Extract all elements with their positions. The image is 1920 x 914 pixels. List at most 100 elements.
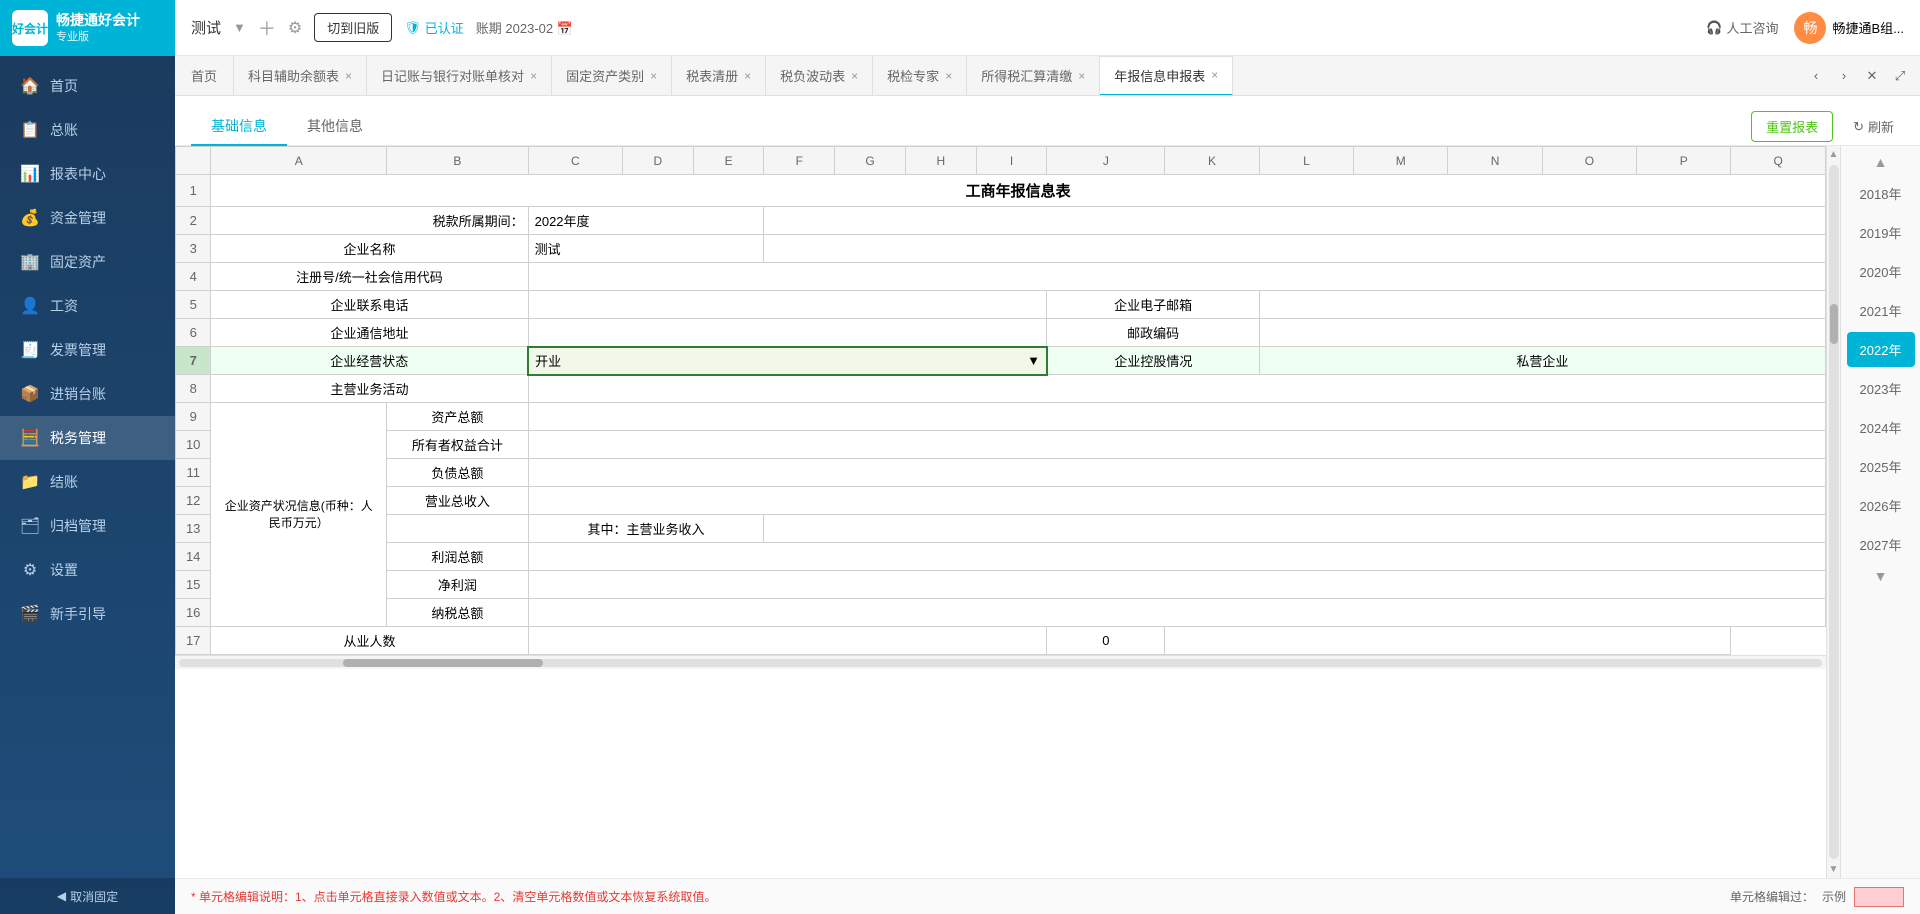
tab-close-all-btn[interactable]: ✕ [1860, 64, 1884, 88]
cell-5-email-value[interactable] [1259, 291, 1825, 319]
col-header-b[interactable]: B [387, 147, 529, 175]
dropdown-arrow-icon[interactable]: ▼ [233, 20, 246, 35]
cell-15-value[interactable] [528, 571, 1825, 599]
tab-tax-fluctuation[interactable]: 税负波动表 × [766, 56, 873, 96]
col-header-a[interactable]: A [211, 147, 387, 175]
cell-3-value[interactable]: 测试 [528, 235, 764, 263]
tab-bank-reconcile[interactable]: 日记账与银行对账单核对 × [367, 56, 552, 96]
tab-income-tax[interactable]: 所得税汇算清缴 × [967, 56, 1100, 96]
cell-9-a[interactable]: 企业资产状况信息(币种：人民币万元） [211, 403, 387, 627]
sidebar-item-home[interactable]: 🏠 首页 [0, 64, 175, 108]
vertical-scrollbar[interactable]: ▲ ▼ [1826, 146, 1840, 878]
cell-7-holding-value[interactable]: 私营企业 [1259, 347, 1825, 375]
tab-tax-table[interactable]: 税表清册 × [672, 56, 766, 96]
tab-close-icon[interactable]: × [851, 69, 858, 83]
year-panel-up-btn[interactable]: ▲ [1870, 150, 1892, 174]
cell-1-title[interactable]: 工商年报信息表 [211, 175, 1826, 207]
cell-2-empty[interactable] [764, 207, 1826, 235]
tab-close-icon[interactable]: × [945, 69, 952, 83]
sidebar-item-payroll[interactable]: 👤 工资 [0, 284, 175, 328]
cell-12-b[interactable]: 营业总收入 [387, 487, 529, 515]
cell-17-value[interactable]: 0 [1047, 627, 1165, 655]
sidebar-item-settings[interactable]: ⚙ 设置 [0, 548, 175, 592]
year-item-2018[interactable]: 2018年 [1847, 176, 1915, 211]
sidebar-item-tax[interactable]: 🧮 税务管理 [0, 416, 175, 460]
sidebar-item-inventory[interactable]: 📦 进销台账 [0, 372, 175, 416]
col-header-h[interactable]: H [905, 147, 976, 175]
cell-6-label[interactable]: 企业通信地址 [211, 319, 528, 347]
tab-next-btn[interactable]: › [1832, 64, 1856, 88]
cell-12-value[interactable] [528, 487, 1825, 515]
cell-16-b[interactable]: 纳税总额 [387, 599, 529, 627]
sidebar-item-finance[interactable]: 💰 资金管理 [0, 196, 175, 240]
sidebar-item-guide[interactable]: 🎬 新手引导 [0, 592, 175, 636]
settings-gear-icon[interactable]: ⚙ [288, 18, 302, 38]
cell-17-label[interactable]: 从业人数 [211, 627, 528, 655]
sidebar-item-assets[interactable]: 🏢 固定资产 [0, 240, 175, 284]
cell-9-b[interactable]: 资产总额 [387, 403, 529, 431]
refresh-button[interactable]: ↻ 刷新 [1843, 112, 1904, 141]
col-header-g[interactable]: G [835, 147, 906, 175]
user-menu[interactable]: 畅 畅捷通B组... [1794, 12, 1904, 44]
col-header-d[interactable]: D [622, 147, 693, 175]
cell-7-status-dropdown[interactable]: 开业 ▼ [528, 347, 1047, 375]
col-header-n[interactable]: N [1448, 147, 1542, 175]
tab-close-icon[interactable]: × [1211, 68, 1218, 82]
cell-8-value[interactable] [528, 375, 1825, 403]
tab-basic-info[interactable]: 基础信息 [191, 108, 287, 146]
cell-13-sub-label[interactable]: 其中：主营业务收入 [528, 515, 764, 543]
sidebar-collapse-btn[interactable]: ◀ 取消固定 [0, 878, 175, 914]
tab-home[interactable]: 首页 [175, 56, 234, 96]
col-header-f[interactable]: F [764, 147, 835, 175]
cell-10-b[interactable]: 所有者权益合计 [387, 431, 529, 459]
hscroll-track[interactable] [179, 659, 1822, 667]
spreadsheet-main[interactable]: A B C D E F G H I J K L M N O [175, 146, 1826, 878]
col-header-j[interactable]: J [1047, 147, 1165, 175]
cell-16-value[interactable] [528, 599, 1825, 627]
cell-14-b[interactable]: 利润总额 [387, 543, 529, 571]
cell-2-value[interactable]: 2022年度 [528, 207, 764, 235]
cell-13-b[interactable] [387, 515, 529, 543]
cell-6-value[interactable] [528, 319, 1047, 347]
year-item-2021[interactable]: 2021年 [1847, 293, 1915, 328]
hscroll-thumb[interactable] [343, 659, 543, 667]
year-item-2019[interactable]: 2019年 [1847, 215, 1915, 250]
col-header-k[interactable]: K [1165, 147, 1259, 175]
tab-close-icon[interactable]: × [744, 69, 751, 83]
tab-close-icon[interactable]: × [1078, 69, 1085, 83]
scroll-track[interactable] [1829, 165, 1839, 859]
cell-2-label[interactable]: 税款所属期间： [211, 207, 528, 235]
tab-tax-inspection[interactable]: 税检专家 × [873, 56, 967, 96]
add-icon[interactable]: ＋ [258, 15, 276, 41]
year-item-2023[interactable]: 2023年 [1847, 371, 1915, 406]
cell-4-value[interactable] [528, 263, 1825, 291]
sidebar-item-closing[interactable]: 📁 结账 [0, 460, 175, 504]
year-item-2025[interactable]: 2025年 [1847, 449, 1915, 484]
col-header-l[interactable]: L [1259, 147, 1353, 175]
year-item-2020[interactable]: 2020年 [1847, 254, 1915, 289]
cell-15-b[interactable]: 净利润 [387, 571, 529, 599]
tab-prev-btn[interactable]: ‹ [1804, 64, 1828, 88]
year-panel-down-btn[interactable]: ▼ [1870, 564, 1892, 588]
cell-3-empty[interactable] [764, 235, 1826, 263]
tab-close-icon[interactable]: × [650, 69, 657, 83]
reset-report-button[interactable]: 重置报表 [1751, 111, 1833, 142]
tab-close-icon[interactable]: × [530, 69, 537, 83]
cell-5-value[interactable] [528, 291, 1047, 319]
tab-annual-report[interactable]: 年报信息申报表 × [1100, 56, 1233, 96]
col-header-e[interactable]: E [693, 147, 764, 175]
cell-8-label[interactable]: 主营业务活动 [211, 375, 528, 403]
tab-fixed-asset-type[interactable]: 固定资产类别 × [552, 56, 672, 96]
cell-17-empty1[interactable] [528, 627, 1047, 655]
switch-old-version-button[interactable]: 切到旧版 [314, 13, 392, 42]
sidebar-item-archive[interactable]: 🗂 归档管理 [0, 504, 175, 548]
col-header-o[interactable]: O [1542, 147, 1636, 175]
col-header-i[interactable]: I [976, 147, 1047, 175]
cell-5-email-label[interactable]: 企业电子邮箱 [1047, 291, 1259, 319]
horizontal-scrollbar[interactable] [175, 655, 1826, 669]
tab-expand-btn[interactable]: ⤢ [1888, 64, 1912, 88]
col-header-p[interactable]: P [1637, 147, 1731, 175]
tab-auxiliary-balance[interactable]: 科目辅助余额表 × [234, 56, 367, 96]
year-item-2024[interactable]: 2024年 [1847, 410, 1915, 445]
cell-17-empty2[interactable] [1165, 627, 1731, 655]
